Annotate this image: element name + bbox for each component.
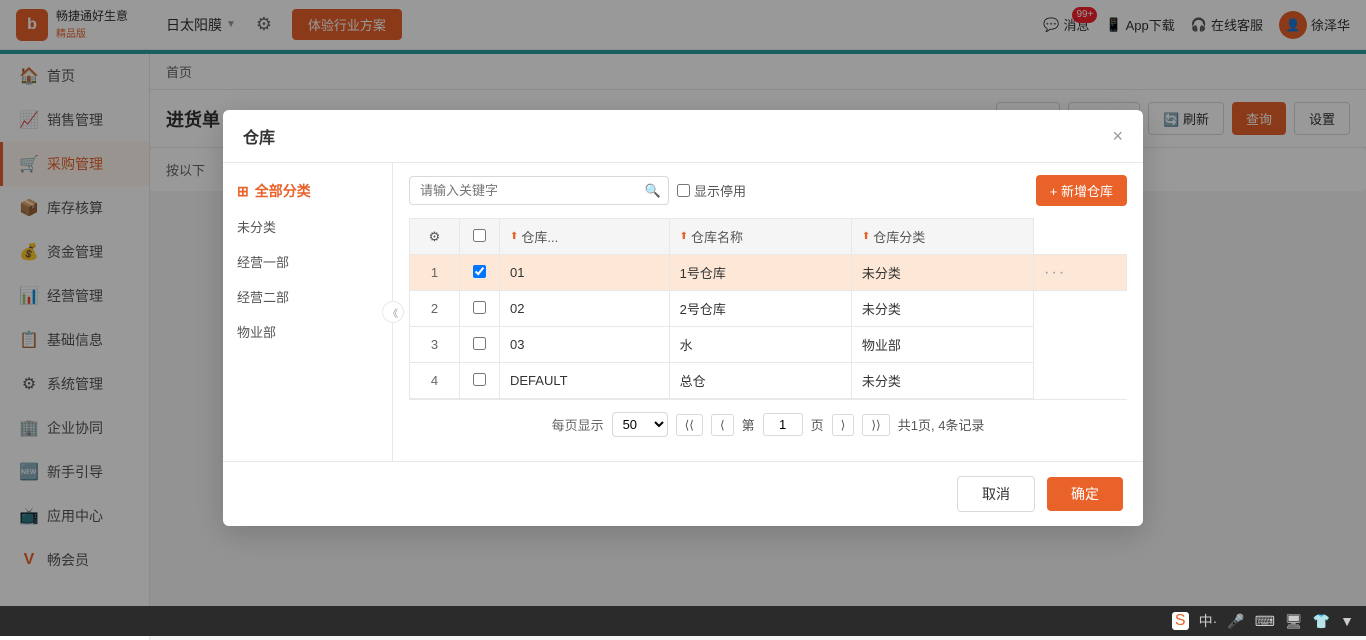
col-header-code[interactable]: ⬆ 仓库... bbox=[500, 219, 670, 255]
page-next-btn[interactable]: ⟩ bbox=[832, 414, 855, 436]
per-page-label: 每页显示 bbox=[552, 415, 604, 434]
row-checkbox-cell[interactable] bbox=[460, 363, 500, 399]
row-checkbox-cell[interactable] bbox=[460, 255, 500, 291]
row-category: 未分类 bbox=[851, 291, 1033, 327]
show-disabled-label: 显示停用 bbox=[694, 181, 746, 200]
search-input-wrap: 🔍 bbox=[409, 176, 669, 205]
col-header-settings[interactable]: ⚙ bbox=[410, 219, 460, 255]
status-shirt-icon: 👕 bbox=[1313, 613, 1330, 630]
row-category: 物业部 bbox=[851, 327, 1033, 363]
category-panel: ⊞ 全部分类 未分类 经营一部 经营二部 物业部 《 bbox=[223, 163, 393, 461]
row-code: 02 bbox=[500, 291, 670, 327]
modal-body: ⊞ 全部分类 未分类 经营一部 经营二部 物业部 《 🔍 bbox=[223, 163, 1143, 461]
confirm-btn[interactable]: 确定 bbox=[1047, 477, 1123, 511]
status-mic-icon: 🎤 bbox=[1227, 613, 1244, 630]
page-suffix: 页 bbox=[811, 415, 824, 434]
col-header-name[interactable]: ⬆ 仓库名称 bbox=[669, 219, 851, 255]
show-disabled-wrap: 显示停用 bbox=[677, 181, 746, 200]
status-keyboard-icon: ⌨ bbox=[1255, 613, 1275, 630]
row-category: 未分类 bbox=[851, 255, 1033, 291]
pagination-bar: 每页显示 10 20 50 100 ⟨⟨ ⟨ 第 页 ⟩ ⟩⟩ 共1页, 4条记… bbox=[409, 399, 1127, 449]
cancel-btn[interactable]: 取消 bbox=[957, 476, 1035, 512]
category-item-uncategorized[interactable]: 未分类 bbox=[223, 209, 392, 244]
category-item-property[interactable]: 物业部 bbox=[223, 314, 392, 349]
row-checkbox[interactable] bbox=[473, 301, 486, 314]
col-header-checkbox bbox=[460, 219, 500, 255]
page-num-input[interactable] bbox=[763, 413, 803, 436]
row-name: 总仓 bbox=[669, 363, 851, 399]
modal-close-btn[interactable]: × bbox=[1112, 127, 1123, 145]
show-disabled-checkbox[interactable] bbox=[677, 184, 690, 197]
warehouse-modal: 仓库 × ⊞ 全部分类 未分类 经营一部 经营二部 物业部 《 bbox=[223, 110, 1143, 526]
category-all-label: 全部分类 bbox=[255, 181, 311, 201]
row-code: DEFAULT bbox=[500, 363, 670, 399]
col-code-sort-icon: ⬆ bbox=[510, 231, 518, 242]
col-cat-sort-icon: ⬆ bbox=[862, 231, 870, 242]
total-label: 共1页, 4条记录 bbox=[898, 415, 985, 434]
table-row[interactable]: 3 03 水 物业部 bbox=[410, 327, 1127, 363]
page-last-btn[interactable]: ⟩⟩ bbox=[862, 414, 889, 436]
per-page-select[interactable]: 10 20 50 100 bbox=[612, 412, 668, 437]
row-num: 2 bbox=[410, 291, 460, 327]
status-s-icon: S bbox=[1172, 612, 1189, 630]
col-header-category[interactable]: ⬆ 仓库分类 bbox=[851, 219, 1033, 255]
row-checkbox-cell[interactable] bbox=[460, 327, 500, 363]
row-num: 4 bbox=[410, 363, 460, 399]
table-toolbar: 🔍 显示停用 + 新增仓库 bbox=[409, 175, 1127, 206]
select-all-checkbox[interactable] bbox=[473, 229, 486, 242]
row-checkbox[interactable] bbox=[473, 337, 486, 350]
page-prev-btn[interactable]: ⟨ bbox=[711, 414, 734, 436]
category-item-ops1[interactable]: 经营一部 bbox=[223, 244, 392, 279]
page-first-btn[interactable]: ⟨⟨ bbox=[676, 414, 703, 436]
row-more-btn[interactable]: ··· bbox=[1034, 255, 1127, 291]
row-name: 水 bbox=[669, 327, 851, 363]
status-monitor-icon: 🖥 bbox=[1285, 613, 1303, 630]
table-row[interactable]: 2 02 2号仓库 未分类 bbox=[410, 291, 1127, 327]
category-item-ops2[interactable]: 经营二部 bbox=[223, 279, 392, 314]
modal-title: 仓库 bbox=[243, 124, 275, 148]
status-bar: S 中· 🎤 ⌨ 🖥 👕 ▼ bbox=[0, 606, 1366, 636]
status-arrow-icon: ▼ bbox=[1340, 613, 1354, 629]
warehouse-table: ⚙ ⬆ 仓库... ⬆ 仓库名称 bbox=[409, 218, 1127, 399]
add-warehouse-btn[interactable]: + 新增仓库 bbox=[1036, 175, 1127, 206]
grid-icon: ⊞ bbox=[237, 183, 249, 200]
category-all-btn[interactable]: ⊞ 全部分类 bbox=[223, 173, 392, 209]
row-num: 1 bbox=[410, 255, 460, 291]
modal-footer: 取消 确定 bbox=[223, 461, 1143, 526]
row-name: 2号仓库 bbox=[669, 291, 851, 327]
status-lang-icon: 中· bbox=[1199, 611, 1218, 631]
row-category: 未分类 bbox=[851, 363, 1033, 399]
page-label: 第 bbox=[742, 415, 755, 434]
row-checkbox-cell[interactable] bbox=[460, 291, 500, 327]
row-code: 01 bbox=[500, 255, 670, 291]
table-panel: 🔍 显示停用 + 新增仓库 ⚙ bbox=[393, 163, 1143, 461]
search-icon[interactable]: 🔍 bbox=[645, 183, 661, 199]
modal-header: 仓库 × bbox=[223, 110, 1143, 163]
search-input[interactable] bbox=[409, 176, 669, 205]
table-row[interactable]: 4 DEFAULT 总仓 未分类 bbox=[410, 363, 1127, 399]
category-collapse-btn[interactable]: 《 bbox=[382, 301, 404, 323]
row-name: 1号仓库 bbox=[669, 255, 851, 291]
row-checkbox[interactable] bbox=[473, 265, 486, 278]
modal-overlay: 仓库 × ⊞ 全部分类 未分类 经营一部 经营二部 物业部 《 bbox=[0, 0, 1366, 636]
col-name-sort-icon: ⬆ bbox=[680, 231, 688, 242]
table-row[interactable]: 1 01 1号仓库 未分类 ··· bbox=[410, 255, 1127, 291]
row-code: 03 bbox=[500, 327, 670, 363]
row-checkbox[interactable] bbox=[473, 373, 486, 386]
row-num: 3 bbox=[410, 327, 460, 363]
